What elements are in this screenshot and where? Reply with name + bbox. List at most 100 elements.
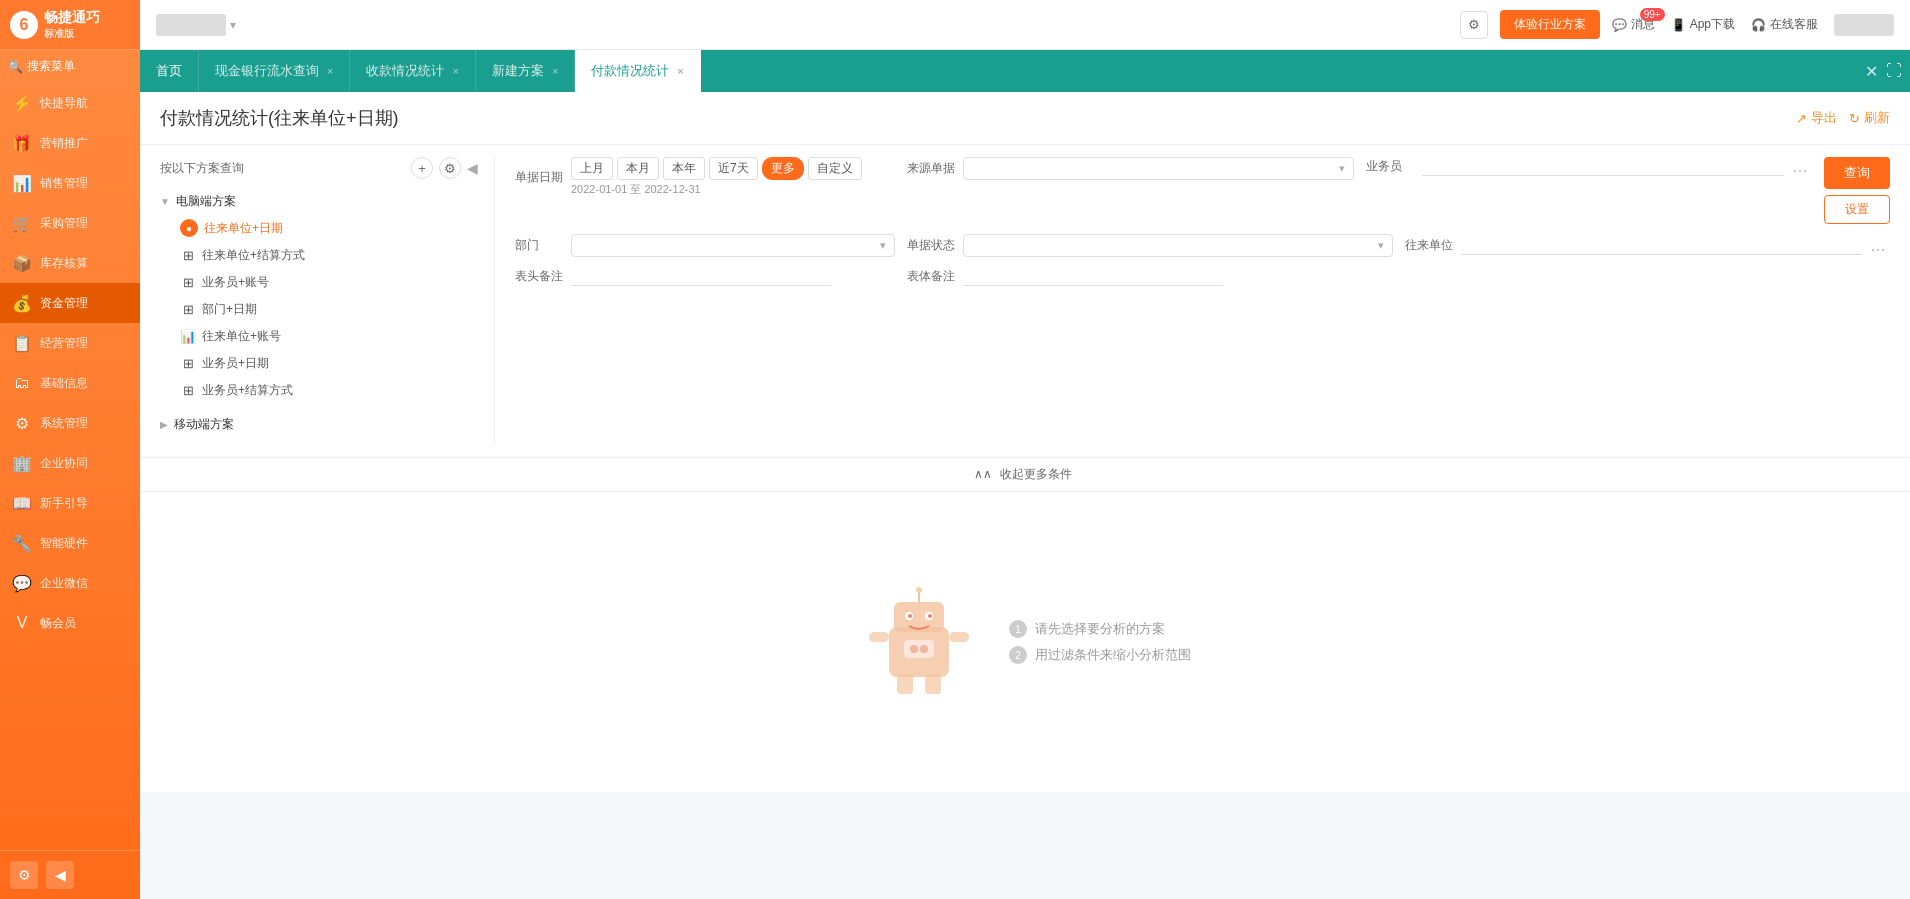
body-note-input[interactable] — [963, 267, 1223, 286]
operation-icon: 📋 — [12, 333, 32, 353]
date-label: 单据日期 — [515, 169, 563, 186]
tab-bank[interactable]: 现金银行流水查询 × — [199, 50, 350, 92]
tab-close-new-plan[interactable]: × — [552, 65, 558, 77]
svg-point-5 — [928, 614, 932, 618]
scheme-item-label: 往来单位+结算方式 — [202, 247, 305, 264]
svg-point-13 — [910, 645, 918, 653]
staff-input[interactable] — [1422, 157, 1785, 176]
collapse-sidebar-icon[interactable]: ◀ — [46, 861, 74, 889]
messages-badge: 99+ — [1640, 8, 1665, 21]
sidebar-item-label: 企业协同 — [40, 455, 88, 472]
online-service-button[interactable]: 🎧 在线客服 — [1751, 16, 1818, 33]
dept-select[interactable]: ▾ — [571, 234, 895, 257]
source-arrow-icon: ▾ — [1339, 162, 1345, 175]
staff-dots-button[interactable]: … — [1788, 158, 1812, 176]
logo-sub: 标准版 — [44, 27, 100, 41]
hardware-icon: 🔧 — [12, 533, 32, 553]
scheme-item-unit-date[interactable]: ● 往来单位+日期 — [160, 214, 478, 242]
scheme-add-button[interactable]: + — [411, 157, 433, 179]
filter-form: 单据日期 上月 本月 本年 近7天 更多 自定义 20 — [495, 157, 1890, 445]
scheme-item-staff-settle[interactable]: ⊞ 业务员+结算方式 — [160, 377, 478, 404]
scheme-item-dept-date[interactable]: ⊞ 部门+日期 — [160, 296, 478, 323]
date-btn-custom[interactable]: 自定义 — [808, 157, 862, 180]
collapse-more-button[interactable]: ∧∧ 收起更多条件 — [140, 457, 1910, 491]
filter-main: 按以下方案查询 + ⚙ ◀ ▼ 电脑端方案 ● — [140, 145, 1910, 457]
finance-icon: 💰 — [12, 293, 32, 313]
sidebar-item-purchase[interactable]: 🛒 采购管理 — [0, 203, 140, 243]
scheme-item-unit-account[interactable]: 📊 往来单位+账号 — [160, 323, 478, 350]
sidebar-item-quick-nav[interactable]: ⚡ 快捷导航 — [0, 83, 140, 123]
messages-button[interactable]: 💬 消息 99+ — [1612, 16, 1655, 33]
scheme-item-label: 业务员+结算方式 — [202, 382, 293, 399]
partner-input[interactable] — [1461, 236, 1863, 255]
settings-button[interactable]: 设置 — [1824, 195, 1890, 224]
sidebar-item-inventory[interactable]: 📦 库存核算 — [0, 243, 140, 283]
date-btn-this-month[interactable]: 本月 — [617, 157, 659, 180]
tab-income[interactable]: 收款情况统计 × — [350, 50, 475, 92]
date-btn-7days[interactable]: 近7天 — [709, 157, 758, 180]
settings-bottom-icon[interactable]: ⚙ — [10, 861, 38, 889]
sidebar-item-wechat[interactable]: 💬 企业微信 — [0, 563, 140, 603]
search-label: 搜索菜单 — [27, 58, 75, 75]
sidebar-item-operation[interactable]: 📋 经营管理 — [0, 323, 140, 363]
scheme-item-staff-date[interactable]: ⊞ 业务员+日期 — [160, 350, 478, 377]
date-btn-more[interactable]: 更多 — [762, 157, 804, 180]
sidebar-item-marketing[interactable]: 🎁 营销推广 — [0, 123, 140, 163]
collapse-label: 收起更多条件 — [1000, 467, 1072, 481]
doc-status-field: 单据状态 ▾ — [907, 234, 1393, 257]
empty-tips: 1 请先选择要分析的方案 2 用过滤条件来缩小分析范围 — [1009, 620, 1191, 664]
source-select[interactable]: ▾ — [963, 157, 1354, 180]
tab-close-payment[interactable]: × — [677, 65, 683, 77]
sidebar-item-system[interactable]: ⚙ 系统管理 — [0, 403, 140, 443]
tab-payment[interactable]: 付款情况统计 × — [575, 50, 700, 92]
sidebar-item-guide[interactable]: 📖 新手引导 — [0, 483, 140, 523]
tab-close-income[interactable]: × — [452, 65, 458, 77]
tab-close-all-icon[interactable]: ✕ — [1865, 62, 1878, 81]
basic-info-icon: 🗂 — [12, 373, 32, 393]
scheme-settings-button[interactable]: ⚙ — [439, 157, 461, 179]
svg-rect-9 — [925, 674, 941, 694]
tab-close-bank[interactable]: × — [327, 65, 333, 77]
date-btn-last-month[interactable]: 上月 — [571, 157, 613, 180]
sidebar-bottom: ⚙ ◀ — [0, 850, 140, 899]
scheme-item-unit-settle[interactable]: ⊞ 往来单位+结算方式 — [160, 242, 478, 269]
message-icon: 💬 — [1612, 18, 1627, 32]
header-note-input[interactable] — [571, 267, 831, 286]
search-menu[interactable]: 🔍 搜索菜单 — [0, 50, 140, 83]
sidebar-item-hardware[interactable]: 🔧 智能硬件 — [0, 523, 140, 563]
search-icon: 🔍 — [8, 60, 23, 74]
body-note-label: 表体备注 — [907, 268, 955, 285]
scheme-item-staff-account[interactable]: ⊞ 业务员+账号 — [160, 269, 478, 296]
scheme-item-label: 部门+日期 — [202, 301, 257, 318]
partner-dots-button[interactable]: … — [1866, 237, 1890, 255]
mobile-scheme-group-header[interactable]: ▶ 移动端方案 — [160, 412, 478, 437]
date-btn-this-year[interactable]: 本年 — [663, 157, 705, 180]
query-button[interactable]: 查询 — [1824, 157, 1890, 189]
sidebar-item-member[interactable]: V 畅会员 — [0, 603, 140, 643]
tip-text-1: 请先选择要分析的方案 — [1035, 620, 1165, 638]
company-avatar — [156, 14, 226, 36]
tab-new-plan[interactable]: 新建方案 × — [476, 50, 575, 92]
pc-scheme-group-header[interactable]: ▼ 电脑端方案 — [160, 189, 478, 214]
filter-scheme-sidebar: 按以下方案查询 + ⚙ ◀ ▼ 电脑端方案 ● — [160, 157, 495, 445]
empty-tip-2: 2 用过滤条件来缩小分析范围 — [1009, 646, 1191, 664]
export-button[interactable]: ↗ 导出 — [1796, 109, 1837, 127]
tab-home[interactable]: 首页 — [140, 50, 199, 92]
sidebar-item-label: 畅会员 — [40, 615, 76, 632]
user-avatar[interactable] — [1834, 14, 1894, 36]
doc-status-select[interactable]: ▾ — [963, 234, 1393, 257]
app-download-button[interactable]: 📱 App下载 — [1671, 16, 1735, 33]
sidebar-item-finance[interactable]: 💰 资金管理 — [0, 283, 140, 323]
sidebar-item-enterprise[interactable]: 🏢 企业协同 — [0, 443, 140, 483]
refresh-button[interactable]: ↻ 刷新 — [1849, 109, 1890, 127]
scheme-collapse-button[interactable]: ◀ — [467, 160, 478, 176]
header-settings-icon[interactable]: ⚙ — [1460, 11, 1488, 39]
sidebar-item-sales[interactable]: 📊 销售管理 — [0, 163, 140, 203]
sidebar-item-basic-info[interactable]: 🗂 基础信息 — [0, 363, 140, 403]
enterprise-icon: 🏢 — [12, 453, 32, 473]
grid-icon: ⊞ — [180, 356, 196, 372]
scheme-label: 按以下方案查询 — [160, 160, 244, 177]
trial-button[interactable]: 体验行业方案 — [1500, 10, 1600, 39]
filter-scheme-header: 按以下方案查询 + ⚙ ◀ — [160, 157, 478, 179]
tab-maximize-icon[interactable]: ⛶ — [1886, 62, 1902, 80]
